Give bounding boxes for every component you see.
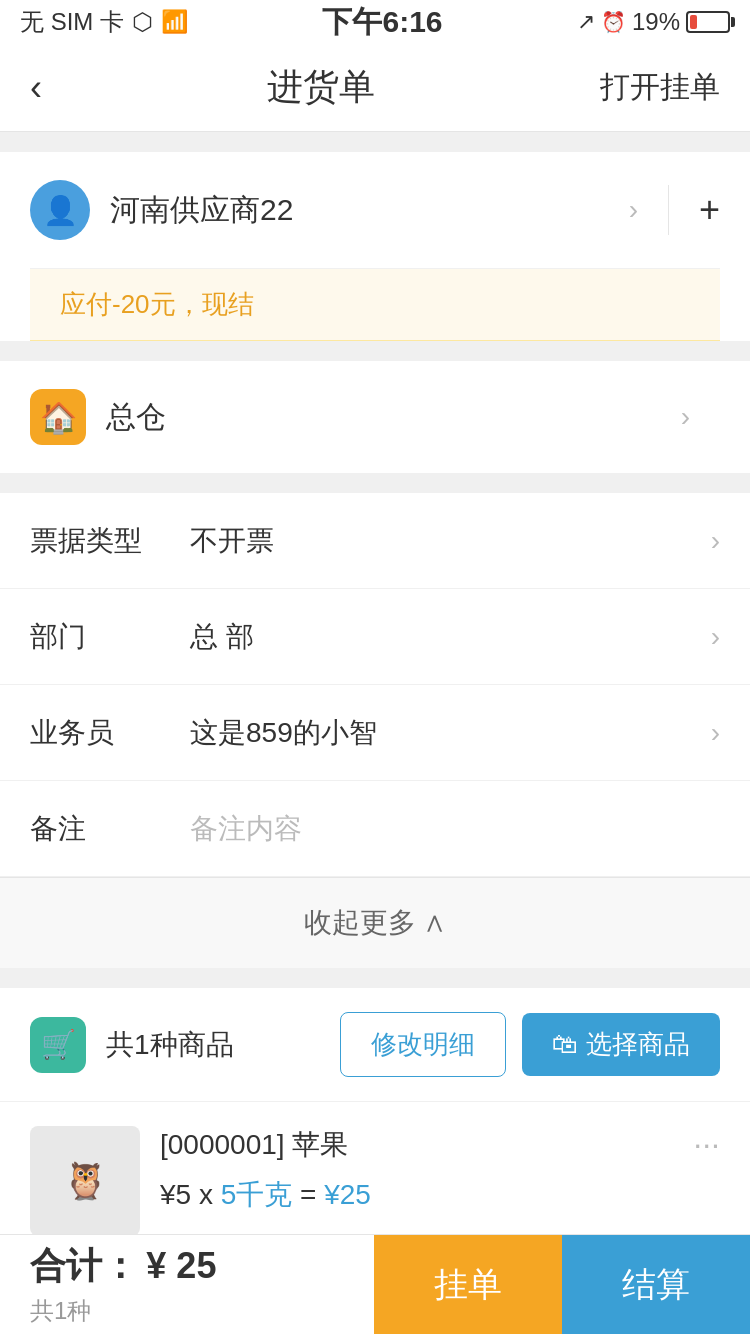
gap-1 xyxy=(0,132,750,152)
carrier-text: 无 SIM 卡 xyxy=(20,6,124,38)
summary-section: 合计： ¥ 25 共1种 xyxy=(0,1235,374,1334)
product-unit-price: ¥5 x xyxy=(160,1179,221,1210)
supplier-section: 👤 河南供应商22 › + 应付-20元，现结 xyxy=(0,152,750,341)
product-thumbnail: 🦉 xyxy=(30,1126,140,1236)
nav-bar: ‹ 进货单 打开挂单 xyxy=(0,44,750,132)
product-icon: 🛒 xyxy=(30,1017,86,1073)
select-product-icon: 🛍 xyxy=(552,1029,578,1060)
alarm-icon: ⏰ xyxy=(601,10,626,34)
collapse-button[interactable]: 收起更多 ∧ xyxy=(0,877,750,968)
salesperson-label: 业务员 xyxy=(30,714,190,752)
remark-row[interactable]: 备注 备注内容 xyxy=(0,781,750,877)
total-amount: 合计： ¥ 25 xyxy=(30,1242,344,1291)
gap-4 xyxy=(0,968,750,988)
warehouse-row[interactable]: 🏠 总仓 › xyxy=(30,361,720,473)
product-placeholder-icon: 🦉 xyxy=(63,1160,108,1202)
back-button[interactable]: ‹ xyxy=(30,67,42,109)
notice-text: 应付-20元，现结 xyxy=(60,289,254,319)
product-header: 🛒 共1种商品 修改明细 🛍 选择商品 xyxy=(0,988,750,1101)
total-count: 共1种 xyxy=(30,1295,344,1327)
page-title: 进货单 xyxy=(267,63,375,112)
avatar-icon: 👤 xyxy=(43,194,78,227)
form-section: 票据类型 不开票 › 部门 总 部 › 业务员 这是859的小智 › 备注 备注… xyxy=(0,493,750,968)
product-title: 苹果 xyxy=(292,1129,348,1160)
product-qty: 5千克 xyxy=(221,1179,293,1210)
add-supplier-button[interactable]: + xyxy=(699,189,720,231)
salesperson-chevron-icon: › xyxy=(711,717,720,749)
gap-3 xyxy=(0,473,750,493)
warehouse-icon-symbol: 🏠 xyxy=(40,400,77,435)
department-label: 部门 xyxy=(30,618,190,656)
supplier-divider xyxy=(668,185,669,235)
product-equals: = xyxy=(300,1179,324,1210)
wifi-signal: 📶 xyxy=(161,9,188,35)
total-label: 合计： xyxy=(30,1245,138,1286)
location-icon: ↗ xyxy=(577,9,595,35)
warehouse-name: 总仓 xyxy=(106,397,681,438)
department-value: 总 部 xyxy=(190,618,711,656)
product-price: ¥5 x 5千克 = ¥25 xyxy=(160,1176,693,1214)
status-time: 下午6:16 xyxy=(322,2,442,43)
product-name: [0000001] 苹果 xyxy=(160,1126,693,1164)
bottom-bar: 合计： ¥ 25 共1种 挂单 结算 xyxy=(0,1234,750,1334)
remark-input[interactable]: 备注内容 xyxy=(190,810,720,848)
select-product-label: 选择商品 xyxy=(586,1027,690,1062)
warehouse-chevron-icon: › xyxy=(681,401,690,433)
supplier-avatar: 👤 xyxy=(30,180,90,240)
product-more-button[interactable]: ··· xyxy=(693,1126,720,1163)
total-value: ¥ 25 xyxy=(146,1245,216,1286)
supplier-chevron-icon[interactable]: › xyxy=(629,194,638,226)
invoice-value: 不开票 xyxy=(190,522,711,560)
invoice-chevron-icon: › xyxy=(711,525,720,557)
product-count-label: 共1种商品 xyxy=(106,1026,340,1064)
select-product-button[interactable]: 🛍 选择商品 xyxy=(522,1013,720,1076)
notice-bar: 应付-20元，现结 xyxy=(30,269,720,341)
invoice-label: 票据类型 xyxy=(30,522,190,560)
hang-button[interactable]: 挂单 xyxy=(374,1235,562,1334)
supplier-row: 👤 河南供应商22 › + xyxy=(30,152,720,269)
edit-detail-button[interactable]: 修改明细 xyxy=(340,1012,506,1077)
product-info: [0000001] 苹果 ¥5 x 5千克 = ¥25 xyxy=(160,1126,693,1214)
gap-2 xyxy=(0,341,750,361)
department-chevron-icon: › xyxy=(711,621,720,653)
wifi-icon: ⬡ xyxy=(132,8,153,36)
warehouse-section: 🏠 总仓 › xyxy=(0,361,750,473)
status-bar-right: ↗ ⏰ 19% xyxy=(577,8,730,36)
supplier-name: 河南供应商22 xyxy=(110,190,629,231)
checkout-button[interactable]: 结算 xyxy=(562,1235,750,1334)
remark-label: 备注 xyxy=(30,810,190,848)
salesperson-value: 这是859的小智 xyxy=(190,714,711,752)
salesperson-row[interactable]: 业务员 这是859的小智 › xyxy=(0,685,750,781)
warehouse-icon: 🏠 xyxy=(30,389,86,445)
status-bar: 无 SIM 卡 ⬡ 📶 下午6:16 ↗ ⏰ 19% xyxy=(0,0,750,44)
battery-icon xyxy=(686,11,730,33)
battery-fill xyxy=(690,15,697,29)
product-icon-symbol: 🛒 xyxy=(41,1028,76,1061)
status-bar-left: 无 SIM 卡 ⬡ 📶 xyxy=(20,6,188,38)
product-total: ¥25 xyxy=(324,1179,371,1210)
battery-percent: 19% xyxy=(632,8,680,36)
department-row[interactable]: 部门 总 部 › xyxy=(0,589,750,685)
invoice-row[interactable]: 票据类型 不开票 › xyxy=(0,493,750,589)
open-pending-button[interactable]: 打开挂单 xyxy=(600,67,720,108)
product-code: [0000001] xyxy=(160,1129,292,1160)
